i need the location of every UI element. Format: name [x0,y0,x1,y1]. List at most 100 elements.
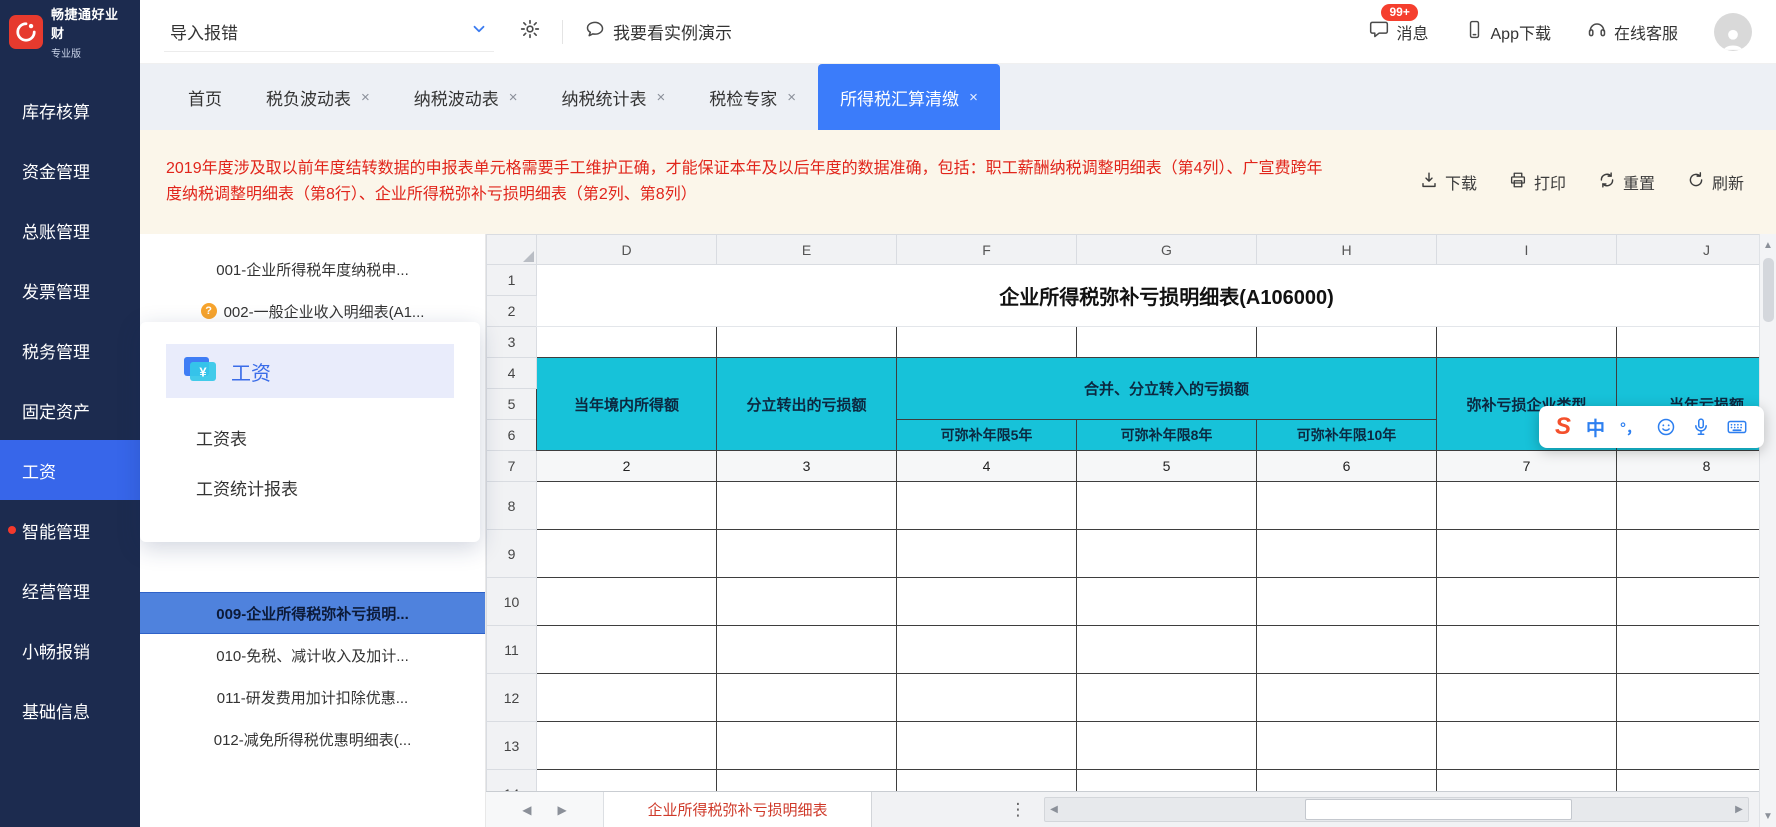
row-header[interactable]: 2 [486,295,537,327]
row-header[interactable]: 9 [486,529,537,578]
select-all-corner[interactable] [486,234,537,265]
report-item-001[interactable]: 001-企业所得税年度纳税申... [140,248,485,290]
cell[interactable] [716,529,897,578]
cell[interactable] [1256,769,1437,791]
ime-punctuation-toggle[interactable]: °， [1620,417,1641,438]
header-cell-split-out-loss[interactable]: 分立转出的亏损额 [716,357,897,451]
column-number-cell[interactable]: 3 [716,450,897,482]
tab-home[interactable]: 首页 [166,64,244,130]
cell[interactable] [896,529,1077,578]
cell[interactable] [1436,625,1617,674]
cell[interactable] [716,326,897,358]
cell[interactable] [1616,326,1759,358]
report-item-012[interactable]: 012-减免所得税优惠明细表(... [140,718,485,760]
cell[interactable] [1256,721,1437,770]
report-item-011[interactable]: 011-研发费用加计扣除优惠... [140,676,485,718]
cell[interactable] [1256,326,1437,358]
close-icon[interactable]: × [787,89,796,106]
keyboard-icon[interactable] [1726,416,1748,438]
report-item-009-selected[interactable]: 009-企业所得税弥补亏损明... [140,592,485,634]
tab-tax-statistics[interactable]: 纳税统计表 × [540,64,688,130]
sidebar-item-ledger[interactable]: 总账管理 [0,200,140,260]
row-header[interactable]: 11 [486,625,537,674]
cell[interactable] [536,481,717,530]
column-header-d[interactable]: D [536,234,717,265]
cell[interactable] [1616,625,1759,674]
column-number-cell[interactable]: 6 [1256,450,1437,482]
cell[interactable] [1616,481,1759,530]
cell[interactable] [1436,721,1617,770]
sidebar-item-tax[interactable]: 税务管理 [0,320,140,380]
tab-tax-fluctuation[interactable]: 纳税波动表 × [392,64,540,130]
active-sheet-tab[interactable]: 企业所得税弥补亏损明细表 [604,792,872,827]
cell[interactable] [716,625,897,674]
cell[interactable] [536,326,717,358]
cell[interactable] [1076,326,1257,358]
cell[interactable] [1436,673,1617,722]
header-cell-10yr[interactable]: 可弥补年限10年 [1256,419,1437,451]
close-icon[interactable]: × [361,89,370,106]
cell[interactable] [536,625,717,674]
close-icon[interactable]: × [969,89,978,106]
tab-income-tax-settlement[interactable]: 所得税汇算清缴 × [818,64,1000,130]
column-header-f[interactable]: F [896,234,1077,265]
print-button[interactable]: 打印 [1509,170,1566,194]
settings-button[interactable] [520,19,540,44]
row-header[interactable]: 10 [486,577,537,626]
sidebar-item-fixed-assets[interactable]: 固定资产 [0,380,140,440]
cell[interactable] [1076,721,1257,770]
column-header-g[interactable]: G [1076,234,1257,265]
column-number-cell[interactable]: 8 [1616,450,1759,482]
cell[interactable] [716,673,897,722]
app-download-button[interactable]: App下载 [1465,20,1551,44]
download-button[interactable]: 下载 [1420,170,1477,194]
sidebar-item-reimburse[interactable]: 小畅报销 [0,620,140,680]
sidebar-item-basic-info[interactable]: 基础信息 [0,680,140,740]
sidebar-item-inventory[interactable]: 库存核算 [0,80,140,140]
column-number-cell[interactable]: 7 [1436,450,1617,482]
header-cell-5yr[interactable]: 可弥补年限5年 [896,419,1077,451]
import-error-dropdown[interactable]: 导入报错 [164,12,494,52]
cell[interactable] [536,673,717,722]
demo-link[interactable]: 我要看实例演示 [585,19,732,44]
cell[interactable] [1076,481,1257,530]
column-number-cell[interactable]: 5 [1076,450,1257,482]
header-cell-8yr[interactable]: 可弥补年限8年 [1076,419,1257,451]
cell[interactable] [896,673,1077,722]
report-item-010[interactable]: 010-免税、减计收入及加计... [140,634,485,676]
header-cell-merged-loss[interactable]: 合并、分立转入的亏损额 [896,357,1437,420]
cell[interactable] [536,769,717,791]
cell[interactable] [1616,529,1759,578]
cell[interactable] [716,721,897,770]
sidebar-item-invoice[interactable]: 发票管理 [0,260,140,320]
row-header[interactable]: 13 [486,721,537,770]
ime-language-toggle[interactable]: 中 [1586,414,1605,441]
scroll-up-arrow[interactable]: ▲ [1760,234,1776,256]
row-header[interactable]: 1 [486,264,537,296]
sidebar-item-funds[interactable]: 资金管理 [0,140,140,200]
flyout-item-salary-table[interactable]: 工资表 [140,412,480,462]
cell[interactable] [1616,673,1759,722]
cell[interactable] [1616,721,1759,770]
reset-button[interactable]: 重置 [1598,170,1655,194]
cell[interactable] [1076,673,1257,722]
sidebar-item-salary[interactable]: 工资 [0,440,140,500]
row-header[interactable]: 14 [486,769,537,791]
cell[interactable] [1256,625,1437,674]
cell[interactable] [1616,769,1759,791]
scroll-left-arrow[interactable]: ◀ [1045,804,1063,815]
cell[interactable] [896,625,1077,674]
flyout-header-salary[interactable]: ¥ 工资 [166,344,454,398]
column-header-i[interactable]: I [1436,234,1617,265]
prev-sheet-arrow[interactable]: ◀ [522,803,531,817]
row-header[interactable]: 12 [486,673,537,722]
cell[interactable] [536,529,717,578]
cell[interactable] [1256,673,1437,722]
row-header[interactable]: 7 [486,450,537,482]
cell[interactable] [896,326,1077,358]
row-header[interactable]: 4 [486,357,537,389]
sheet-menu-dots[interactable]: ⋮ [1002,792,1034,827]
ime-logo-icon[interactable]: S [1555,413,1571,441]
row-header[interactable]: 8 [486,481,537,530]
column-header-h[interactable]: H [1256,234,1437,265]
